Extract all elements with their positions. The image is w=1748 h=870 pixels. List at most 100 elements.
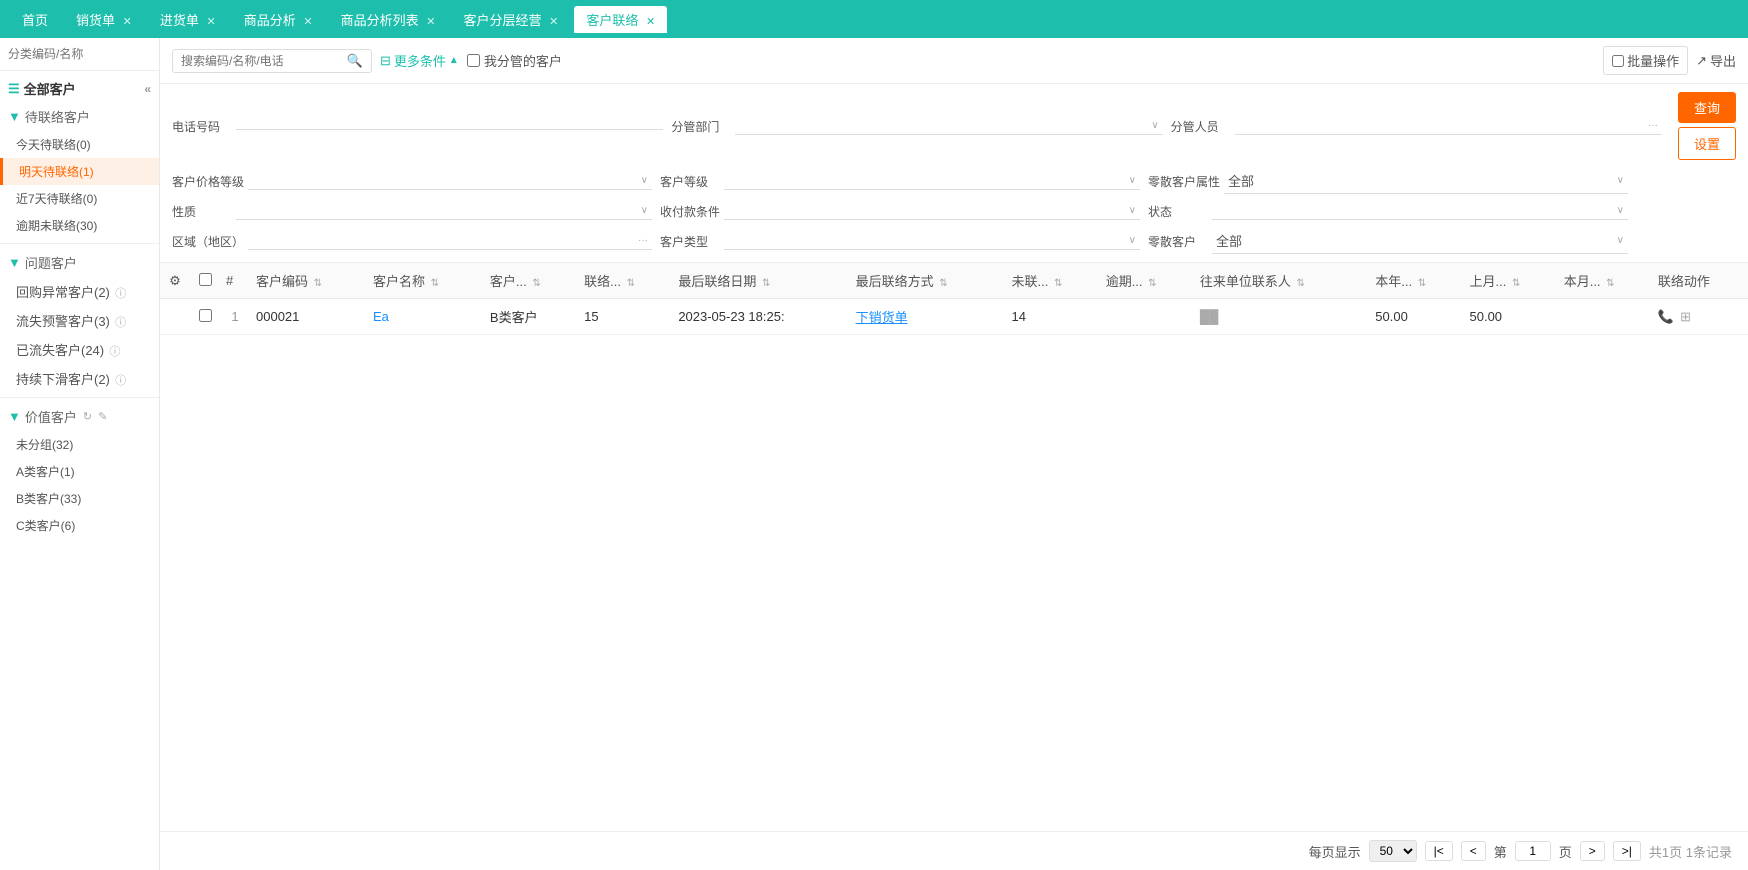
- group-pending-contact[interactable]: ▼ 待联络客户: [0, 102, 159, 131]
- sidebar-search-input[interactable]: [8, 47, 160, 61]
- next-page-button[interactable]: >: [1580, 841, 1605, 861]
- sort-icon[interactable]: ⇅: [1054, 278, 1062, 289]
- nav-item-product-analysis[interactable]: 商品分析 ✕: [232, 6, 325, 33]
- sort-icon[interactable]: ⇅: [1418, 278, 1426, 289]
- close-purchase-icon[interactable]: ✕: [207, 16, 216, 28]
- sidebar-item-repurchase-abnormal[interactable]: 回购异常客户(2) ⓘ: [0, 277, 159, 306]
- customer-type-select[interactable]: ∨: [724, 232, 1140, 250]
- nature-select[interactable]: ∨: [236, 202, 652, 220]
- customer-grade-select[interactable]: ∨: [724, 172, 1140, 190]
- grid-action-icon[interactable]: ⊞: [1680, 309, 1691, 325]
- top-navigation: 首页 销货单 ✕ 进货单 ✕ 商品分析 ✕ 商品分析列表 ✕ 客户分层经营 ✕ …: [0, 0, 1748, 38]
- retail-attr-label: 零散客户属性: [1148, 173, 1220, 190]
- col-checkbox: [190, 263, 220, 299]
- sort-icon[interactable]: ⇅: [532, 278, 540, 289]
- sort-icon[interactable]: ⇅: [939, 278, 947, 289]
- first-page-button[interactable]: |<: [1425, 841, 1453, 861]
- sort-icon[interactable]: ⇅: [431, 278, 439, 289]
- group-value-customers[interactable]: ▼ 价值客户 ↻ ✎: [0, 402, 159, 431]
- sidebar-item-tomorrow-contact[interactable]: 明天待联络(1): [0, 158, 159, 185]
- sidebar-item-class-a[interactable]: A类客户(1): [0, 458, 159, 485]
- sidebar-item-7day-contact[interactable]: 近7天待联络(0): [0, 185, 159, 212]
- prev-page-button[interactable]: <: [1461, 841, 1486, 861]
- sidebar-item-churned[interactable]: 已流失客户(24) ⓘ: [0, 335, 159, 364]
- retail-select[interactable]: 全部 ∨: [1212, 228, 1628, 254]
- nav-item-product-analysis-list[interactable]: 商品分析列表 ✕: [329, 6, 448, 33]
- all-customers-title[interactable]: ☰ 全部客户 «: [0, 71, 159, 102]
- collapse-icon: «: [144, 82, 151, 96]
- filter-row-4: 区域（地区） ··· 客户类型 ∨ 零散客户 全部: [172, 228, 1736, 254]
- select-all-checkbox[interactable]: [199, 273, 212, 286]
- sort-icon[interactable]: ⇅: [1148, 278, 1156, 289]
- filter-status: 状态 ∨: [1148, 202, 1628, 220]
- nav-item-customer-contact[interactable]: 客户联络 ✕: [574, 6, 667, 33]
- filter-customer-type: 客户类型 ∨: [660, 232, 1140, 250]
- per-page-label: 每页显示: [1309, 842, 1361, 861]
- sidebar-item-class-c[interactable]: C类客户(6): [0, 512, 159, 539]
- nav-item-sales[interactable]: 销货单 ✕: [64, 6, 144, 33]
- nav-item-purchase[interactable]: 进货单 ✕: [148, 6, 228, 33]
- close-customer-contact-icon[interactable]: ✕: [646, 16, 655, 28]
- search-icon[interactable]: 🔍: [347, 53, 363, 69]
- nav-item-customer-layer[interactable]: 客户分层经营 ✕: [451, 6, 570, 33]
- manager-select[interactable]: ···: [1235, 117, 1662, 135]
- per-page-select[interactable]: 50: [1369, 840, 1417, 862]
- group-problem-customers[interactable]: ▼ 问题客户: [0, 248, 159, 277]
- my-customers-checkbox[interactable]: 我分管的客户: [467, 51, 562, 70]
- query-button[interactable]: 查询: [1678, 92, 1736, 123]
- settings-button[interactable]: 设置: [1678, 127, 1736, 160]
- col-unit-contacts: 往来单位联系人 ⇅: [1194, 263, 1369, 299]
- price-grade-select[interactable]: ∨: [248, 172, 652, 190]
- more-filters-button[interactable]: ⊟ 更多条件 ▲: [380, 51, 459, 70]
- filter-row-3: 性质 ∨ 收付款条件 ∨ 状态: [172, 202, 1736, 220]
- col-type: 客户... ⇅: [484, 263, 578, 299]
- batch-check[interactable]: [1612, 55, 1624, 67]
- sidebar-item-churn-warning[interactable]: 流失预警客户(3) ⓘ: [0, 306, 159, 335]
- cell-last-method[interactable]: 下销货单: [850, 299, 1006, 335]
- sort-icon[interactable]: ⇅: [627, 278, 635, 289]
- region-select[interactable]: ···: [248, 232, 652, 250]
- nav-item-home[interactable]: 首页: [10, 6, 60, 33]
- filter-actions: 查询 设置: [1678, 92, 1736, 160]
- data-table-wrap: ⚙ # 客户编码 ⇅ 客户名称 ⇅ 客户... ⇅: [160, 263, 1748, 831]
- filter-panel: 电话号码 分管部门 ∨ 分管人员 ···: [160, 84, 1748, 263]
- sidebar-item-today-contact[interactable]: 今天待联络(0): [0, 131, 159, 158]
- col-this-year: 本年... ⇅: [1369, 263, 1463, 299]
- last-page-button[interactable]: >|: [1613, 841, 1641, 861]
- search-input[interactable]: [181, 54, 347, 68]
- cell-last-month: 50.00: [1464, 299, 1558, 335]
- cell-name[interactable]: Ea: [367, 299, 484, 335]
- filter-retail-attr: 零散客户属性 全部 ∨: [1148, 168, 1628, 194]
- sidebar-item-declining[interactable]: 持续下滑客户(2) ⓘ: [0, 364, 159, 393]
- sort-icon[interactable]: ⇅: [1512, 278, 1520, 289]
- filter-row-1: 电话号码 分管部门 ∨ 分管人员 ···: [172, 92, 1736, 160]
- phone-action-icon[interactable]: 📞: [1658, 309, 1674, 325]
- phone-label: 电话号码: [172, 118, 232, 135]
- dept-select[interactable]: ∨: [735, 117, 1162, 135]
- sort-icon[interactable]: ⇅: [1606, 278, 1614, 289]
- sort-icon[interactable]: ⇅: [1297, 278, 1305, 289]
- row-checkbox[interactable]: [199, 309, 212, 322]
- cell-last-date: 2023-05-23 18:25:: [672, 299, 849, 335]
- sidebar-item-overdue-contact[interactable]: 逾期未联络(30): [0, 212, 159, 239]
- status-select[interactable]: ∨: [1212, 202, 1628, 220]
- my-customers-check[interactable]: [467, 54, 480, 67]
- close-product-analysis-icon[interactable]: ✕: [303, 16, 312, 28]
- cell-checkbox: [190, 299, 220, 335]
- col-settings[interactable]: ⚙: [160, 263, 190, 299]
- sort-icon[interactable]: ⇅: [762, 278, 770, 289]
- sort-icon[interactable]: ⇅: [314, 278, 322, 289]
- page-input[interactable]: [1515, 841, 1551, 861]
- phone-input[interactable]: [236, 123, 663, 130]
- close-customer-layer-icon[interactable]: ✕: [549, 16, 558, 28]
- export-button[interactable]: ↗ 导出: [1696, 46, 1736, 75]
- sidebar-item-class-b[interactable]: B类客户(33): [0, 485, 159, 512]
- content-area: 🔍 ⊟ 更多条件 ▲ 我分管的客户 批量操作 ↗ 导出: [160, 38, 1748, 870]
- close-sales-icon[interactable]: ✕: [123, 16, 132, 28]
- close-product-list-icon[interactable]: ✕: [426, 16, 435, 28]
- payment-select[interactable]: ∨: [724, 202, 1140, 220]
- filter-phone: 电话号码: [172, 118, 663, 135]
- batch-operations-button[interactable]: 批量操作: [1603, 46, 1688, 75]
- retail-attr-select[interactable]: 全部 ∨: [1224, 168, 1628, 194]
- sidebar-item-ungrouped[interactable]: 未分组(32): [0, 431, 159, 458]
